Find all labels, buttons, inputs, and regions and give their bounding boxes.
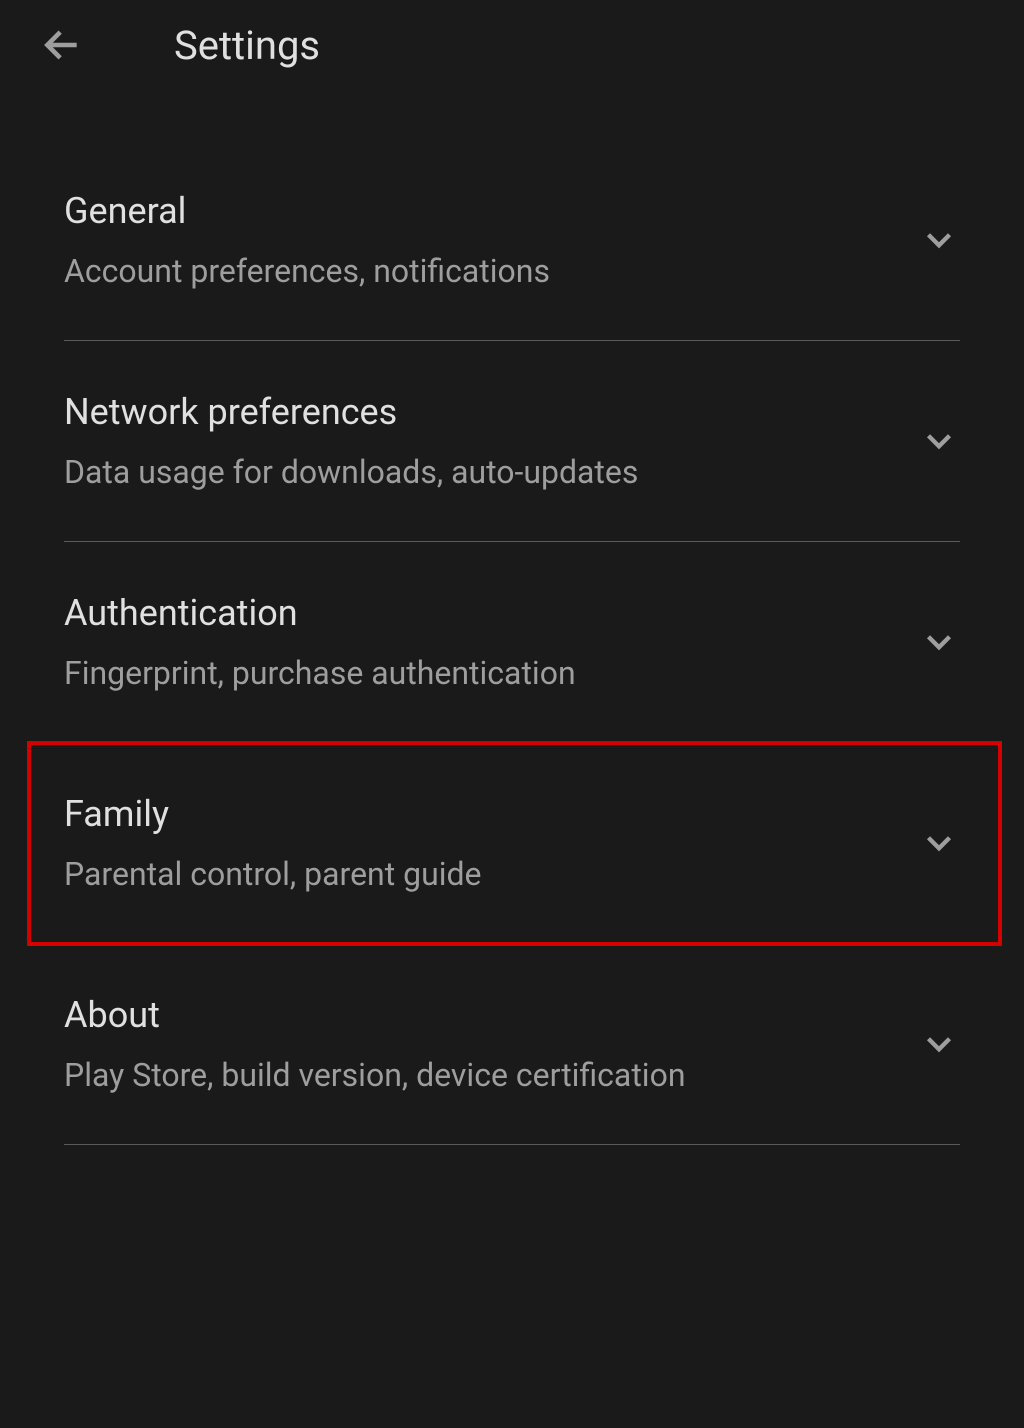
item-subtitle: Data usage for downloads, auto-updates [64, 453, 638, 491]
chevron-down-icon [918, 219, 960, 261]
item-text: Network preferences Data usage for downl… [64, 391, 638, 491]
item-title: Authentication [64, 592, 576, 634]
chevron-down-icon [918, 1023, 960, 1065]
settings-list: General Account preferences, notificatio… [0, 90, 1024, 1145]
settings-item-authentication[interactable]: Authentication Fingerprint, purchase aut… [64, 542, 960, 743]
back-arrow-icon[interactable] [40, 23, 84, 67]
settings-item-general[interactable]: General Account preferences, notificatio… [64, 140, 960, 341]
page-title: Settings [174, 22, 320, 69]
item-subtitle: Fingerprint, purchase authentication [64, 654, 576, 692]
settings-item-family[interactable]: Family Parental control, parent guide [29, 743, 1000, 944]
item-text: Family Parental control, parent guide [64, 793, 482, 893]
item-text: About Play Store, build version, device … [64, 994, 686, 1094]
item-subtitle: Account preferences, notifications [64, 252, 550, 290]
item-subtitle: Parental control, parent guide [64, 855, 482, 893]
item-title: Family [64, 793, 482, 835]
chevron-down-icon [918, 822, 960, 864]
settings-item-network[interactable]: Network preferences Data usage for downl… [64, 341, 960, 542]
item-subtitle: Play Store, build version, device certif… [64, 1056, 686, 1094]
item-text: General Account preferences, notificatio… [64, 190, 550, 290]
header: Settings [0, 0, 1024, 90]
item-title: About [64, 994, 686, 1036]
chevron-down-icon [918, 621, 960, 663]
item-title: General [64, 190, 550, 232]
item-title: Network preferences [64, 391, 638, 433]
settings-item-about[interactable]: About Play Store, build version, device … [64, 944, 960, 1145]
chevron-down-icon [918, 420, 960, 462]
item-text: Authentication Fingerprint, purchase aut… [64, 592, 576, 692]
